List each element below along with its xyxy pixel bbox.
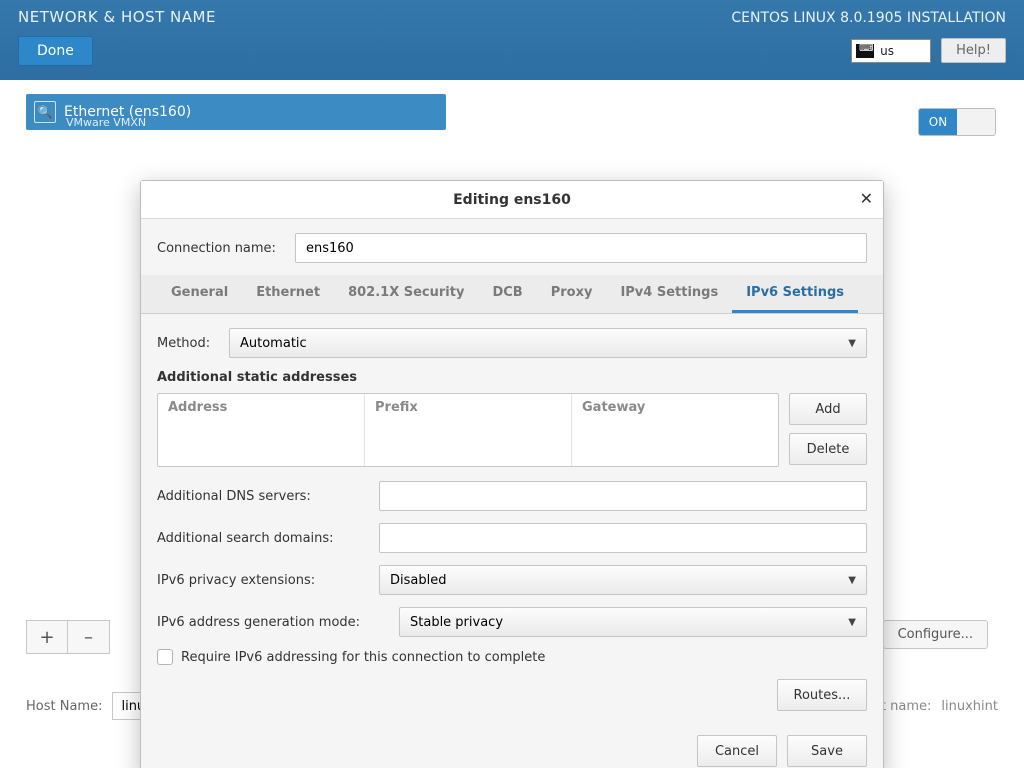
dns-label: Additional DNS servers:	[157, 489, 367, 504]
addresses-area: Address Prefix Gateway Add Delete	[157, 393, 867, 467]
help-button[interactable]: Help!	[941, 38, 1006, 63]
device-add-remove: + –	[26, 620, 110, 654]
tab-proxy[interactable]: Proxy	[537, 275, 607, 313]
keyboard-layout-label: us	[880, 44, 894, 58]
dialog-body: Connection name: General Ethernet 802.1X…	[141, 219, 883, 725]
addr-gen-value: Stable privacy	[410, 615, 503, 630]
device-list-item[interactable]: 🔍 Ethernet (ens160) VMware VMXN	[26, 94, 446, 130]
toggle-off-handle	[957, 109, 995, 135]
tab-8021x[interactable]: 802.1X Security	[334, 275, 478, 313]
tab-dcb[interactable]: DCB	[478, 275, 536, 313]
add-device-button[interactable]: +	[26, 620, 68, 654]
search-domains-label: Additional search domains:	[157, 531, 367, 546]
privacy-ext-value: Disabled	[390, 573, 446, 588]
col-address: Address	[158, 394, 365, 466]
dialog-titlebar: Editing ens160 ✕	[141, 181, 883, 219]
static-addresses-heading: Additional static addresses	[157, 370, 867, 385]
tab-ipv4[interactable]: IPv4 Settings	[606, 275, 732, 313]
search-domains-input[interactable]	[379, 523, 867, 553]
col-gateway: Gateway	[572, 394, 778, 466]
cancel-button[interactable]: Cancel	[697, 735, 777, 767]
addr-gen-label: IPv6 address generation mode:	[157, 615, 387, 630]
keyboard-indicator[interactable]: us	[851, 39, 931, 63]
connection-name-label: Connection name:	[157, 241, 283, 256]
routes-button[interactable]: Routes...	[777, 679, 867, 711]
dialog-tabs: General Ethernet 802.1X Security DCB Pro…	[141, 275, 883, 314]
method-select[interactable]: Automatic ▼	[229, 328, 867, 358]
connection-toggle[interactable]: ON	[918, 108, 996, 136]
dialog-title: Editing ens160	[453, 192, 571, 208]
col-prefix: Prefix	[365, 394, 572, 466]
done-button[interactable]: Done	[18, 36, 93, 66]
require-ipv6-label: Require IPv6 addressing for this connect…	[181, 650, 545, 665]
addr-gen-select[interactable]: Stable privacy ▼	[399, 607, 867, 637]
dialog-footer: Cancel Save	[141, 725, 883, 768]
addresses-table[interactable]: Address Prefix Gateway	[157, 393, 779, 467]
method-label: Method:	[157, 336, 217, 351]
add-address-button[interactable]: Add	[789, 393, 867, 425]
privacy-ext-select[interactable]: Disabled ▼	[379, 565, 867, 595]
ethernet-icon: 🔍	[34, 101, 56, 123]
connection-name-input[interactable]	[295, 233, 867, 263]
installer-topbar: NETWORK & HOST NAME CENTOS LINUX 8.0.190…	[0, 0, 1024, 80]
method-value: Automatic	[240, 336, 307, 351]
chevron-down-icon: ▼	[848, 575, 856, 586]
require-ipv6-checkbox[interactable]	[157, 649, 173, 665]
tab-ipv6[interactable]: IPv6 Settings	[732, 275, 858, 313]
hostname-label: Host Name:	[26, 699, 102, 714]
delete-address-button[interactable]: Delete	[789, 433, 867, 465]
edit-connection-dialog: Editing ens160 ✕ Connection name: Genera…	[140, 180, 884, 768]
toggle-on-label: ON	[919, 109, 957, 135]
tab-ethernet[interactable]: Ethernet	[242, 275, 334, 313]
require-ipv6-row[interactable]: Require IPv6 addressing for this connect…	[157, 649, 867, 665]
privacy-ext-label: IPv6 privacy extensions:	[157, 573, 367, 588]
addresses-buttons: Add Delete	[789, 393, 867, 467]
configure-button[interactable]: Configure...	[883, 620, 988, 649]
tab-general[interactable]: General	[157, 275, 242, 313]
chevron-down-icon: ▼	[848, 338, 856, 349]
dns-input[interactable]	[379, 481, 867, 511]
remove-device-button[interactable]: –	[68, 620, 110, 654]
device-subtitle: VMware VMXN	[66, 116, 146, 129]
close-icon[interactable]: ✕	[860, 189, 873, 208]
topbar-right-group: us Help!	[851, 38, 1006, 63]
chevron-down-icon: ▼	[848, 617, 856, 628]
main-area: 🔍 Ethernet (ens160) VMware VMXN ON Confi…	[0, 80, 1024, 768]
installer-subtitle: CENTOS LINUX 8.0.1905 INSTALLATION	[731, 10, 1006, 26]
keyboard-icon	[856, 44, 874, 58]
save-button[interactable]: Save	[787, 735, 867, 767]
current-hostname-value: linuxhint	[941, 699, 998, 714]
